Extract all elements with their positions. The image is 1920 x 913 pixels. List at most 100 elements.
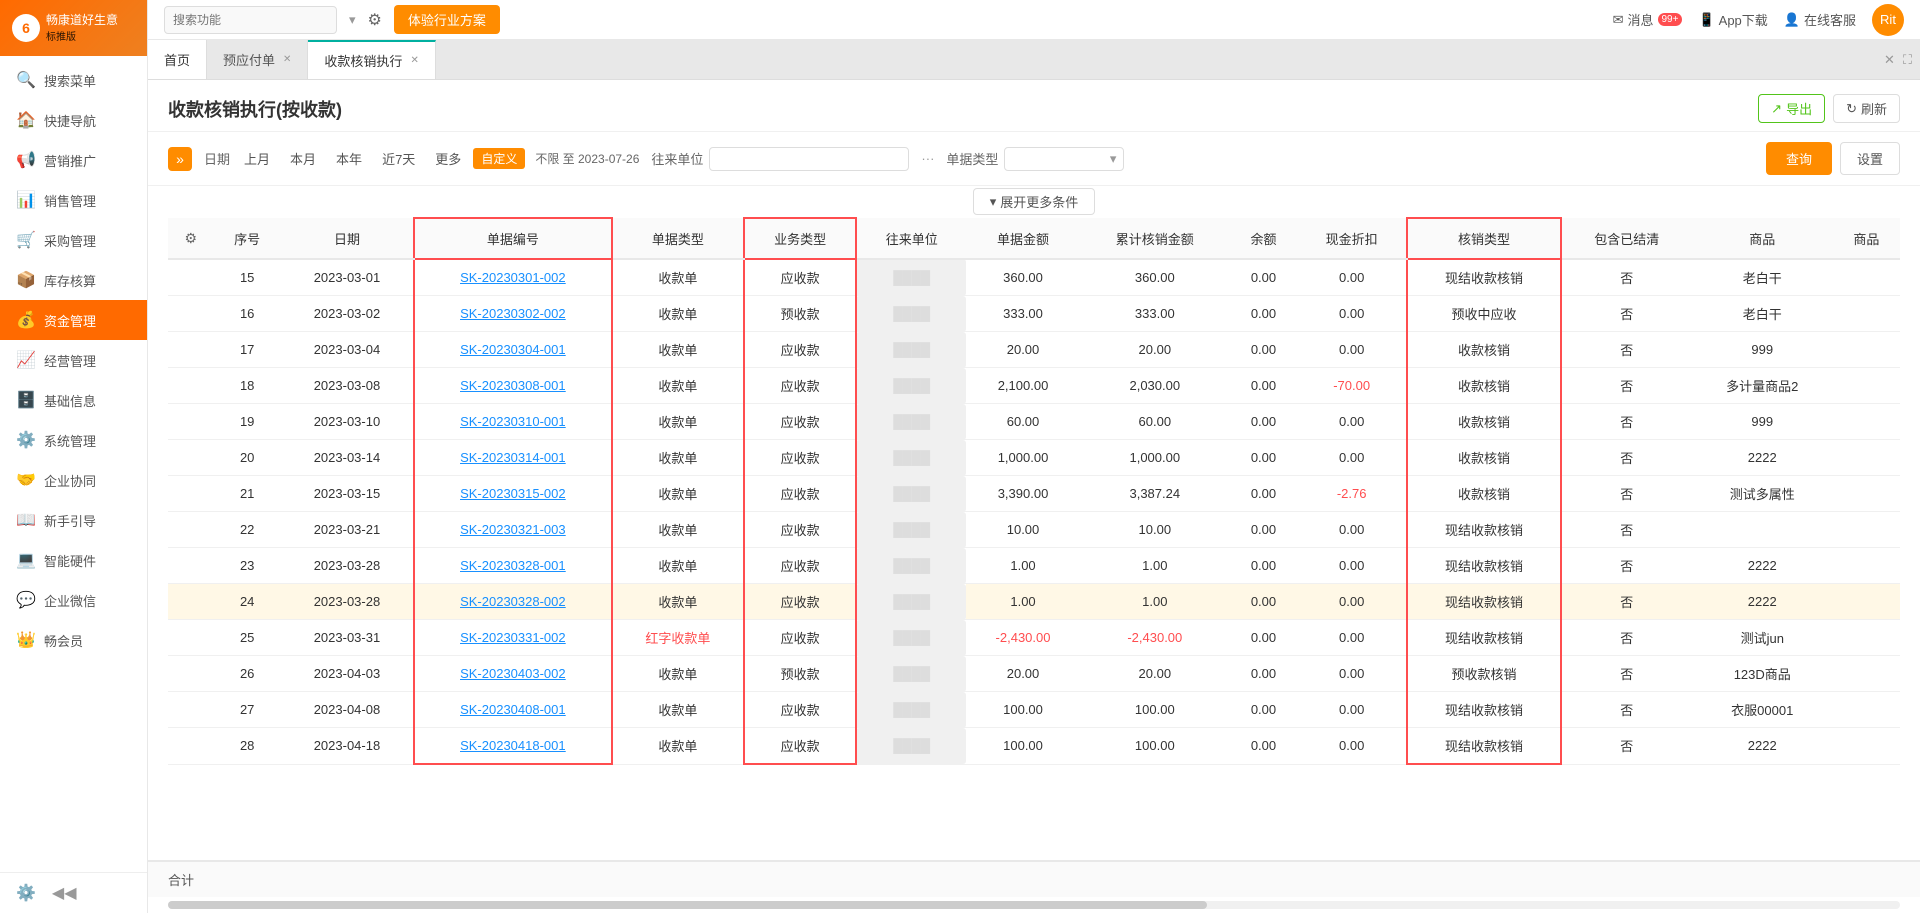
collapse-icon[interactable]: ◀◀ (52, 883, 77, 903)
filter-date-prev-month[interactable]: 上月 (236, 147, 278, 170)
filter-doctype-select[interactable] (1004, 147, 1124, 171)
sidebar-item-guide[interactable]: 📖 新手引导 (0, 500, 147, 540)
table-cell[interactable]: SK-20230408-001 (414, 692, 611, 728)
table-cell (1833, 404, 1900, 440)
refresh-button[interactable]: ↻ 刷新 (1833, 94, 1900, 123)
filter-date-this-month[interactable]: 本月 (282, 147, 324, 170)
table-cell: ████ (856, 476, 966, 512)
doc-no-link[interactable]: SK-20230304-001 (460, 342, 566, 357)
settings-button[interactable]: 设置 (1840, 142, 1900, 175)
search-input[interactable] (164, 6, 337, 34)
filter-date-this-year[interactable]: 本年 (328, 147, 370, 170)
filter-expand-button[interactable]: » (168, 147, 192, 171)
doc-no-link[interactable]: SK-20230308-001 (460, 378, 566, 393)
col-header-include-settled: 包含已结清 (1561, 218, 1692, 259)
sidebar-item-purchase[interactable]: 🛒 采购管理 (0, 220, 147, 260)
sidebar-item-search[interactable]: 🔍 搜索菜单 (0, 60, 147, 100)
table-cell[interactable]: SK-20230308-001 (414, 368, 611, 404)
doc-no-link[interactable]: SK-20230321-003 (460, 522, 566, 537)
trial-button[interactable]: 体验行业方案 (394, 5, 500, 34)
page-actions: ↗ 导出 ↻ 刷新 (1758, 94, 1900, 123)
expand-more-button[interactable]: ▾ 展开更多条件 (973, 188, 1096, 215)
table-cell[interactable]: SK-20230328-002 (414, 584, 611, 620)
message-badge: 99+ (1658, 13, 1683, 26)
sidebar-item-corp[interactable]: 🤝 企业协同 (0, 460, 147, 500)
doc-no-link[interactable]: SK-20230328-001 (460, 558, 566, 573)
sidebar-item-inventory[interactable]: 📦 库存核算 (0, 260, 147, 300)
sidebar-nav: 🔍 搜索菜单 🏠 快捷导航 📢 营销推广 📊 销售管理 🛒 采购管理 📦 库存核… (0, 56, 147, 872)
table-cell: 10.00 (966, 512, 1079, 548)
table-cell[interactable]: SK-20230304-001 (414, 332, 611, 368)
sidebar-item-hardware[interactable]: 💻 智能硬件 (0, 540, 147, 580)
sidebar-item-member[interactable]: 👑 畅会员 (0, 620, 147, 660)
dropdown-arrow-icon[interactable]: ▾ (349, 12, 356, 28)
table-cell: 21 (214, 476, 281, 512)
tab-collection-close[interactable]: ✕ (410, 55, 418, 66)
filter-partner-input[interactable] (709, 147, 909, 171)
doc-no-link[interactable]: SK-20230301-002 (460, 270, 566, 285)
table-cell: 收款单 (612, 476, 745, 512)
doc-no-link[interactable]: SK-20230314-001 (460, 450, 566, 465)
table-cell[interactable]: SK-20230314-001 (414, 440, 611, 476)
filter-doctype-select-wrap (1004, 147, 1124, 171)
table-cell: 收款核销 (1407, 368, 1560, 404)
maximize-icon[interactable]: ⛶ (1903, 52, 1912, 68)
doc-no-link[interactable]: SK-20230302-002 (460, 306, 566, 321)
table-cell[interactable]: SK-20230301-002 (414, 259, 611, 296)
table-cell[interactable]: SK-20230302-002 (414, 296, 611, 332)
sidebar-item-sales[interactable]: 📊 销售管理 (0, 180, 147, 220)
user-avatar[interactable]: Rit (1872, 4, 1904, 36)
export-button[interactable]: ↗ 导出 (1758, 94, 1825, 123)
table-cell: 2023-03-10 (281, 404, 414, 440)
filter-date-more[interactable]: 更多 (427, 147, 469, 170)
sidebar-item-basic[interactable]: 🗄️ 基础信息 (0, 380, 147, 420)
table-cell[interactable]: SK-20230328-001 (414, 548, 611, 584)
column-settings-icon[interactable]: ⚙ (185, 230, 198, 246)
table-cell: 0.00 (1230, 404, 1297, 440)
doc-no-link[interactable]: SK-20230418-001 (460, 738, 566, 753)
sidebar-item-finance[interactable]: 💰 资金管理 (0, 300, 147, 340)
sidebar-item-marketing[interactable]: 📢 营销推广 (0, 140, 147, 180)
doc-no-link[interactable]: SK-20230408-001 (460, 702, 566, 717)
sidebar-item-system[interactable]: ⚙️ 系统管理 (0, 420, 147, 460)
table-cell: 0.00 (1297, 620, 1407, 656)
query-button[interactable]: 查询 (1766, 142, 1832, 175)
table-cell: 否 (1561, 656, 1692, 692)
table-cell: 否 (1561, 404, 1692, 440)
doc-no-link[interactable]: SK-20230331-002 (460, 630, 566, 645)
table-cell[interactable]: SK-20230315-002 (414, 476, 611, 512)
message-item[interactable]: ✉ 消息 99+ (1613, 10, 1683, 29)
table-cell: 20.00 (1080, 332, 1230, 368)
horizontal-scrollbar[interactable] (168, 901, 1900, 909)
gear-settings-icon[interactable]: ⚙ (368, 10, 382, 30)
refresh-icon: ↻ (1846, 101, 1857, 117)
table-cell: 0.00 (1297, 440, 1407, 476)
tab-prepay[interactable]: 预应付单 ✕ (207, 40, 308, 79)
sidebar-item-wechat[interactable]: 💬 企业微信 (0, 580, 147, 620)
app-download-item[interactable]: 📱 App下载 (1698, 10, 1767, 29)
filter-date-custom-button[interactable]: 自定义 (473, 148, 525, 169)
doc-no-link[interactable]: SK-20230328-002 (460, 594, 566, 609)
table-cell[interactable]: SK-20230331-002 (414, 620, 611, 656)
doc-no-link[interactable]: SK-20230310-001 (460, 414, 566, 429)
tab-prepay-close[interactable]: ✕ (283, 54, 291, 65)
doc-no-link[interactable]: SK-20230403-002 (460, 666, 566, 681)
online-service-item[interactable]: 👤 在线客服 (1784, 10, 1856, 29)
table-cell[interactable]: SK-20230310-001 (414, 404, 611, 440)
table-cell: 否 (1561, 332, 1692, 368)
logo-icon: 6 (12, 14, 40, 42)
sidebar-item-operation[interactable]: 📈 经营管理 (0, 340, 147, 380)
sidebar-item-quick[interactable]: 🏠 快捷导航 (0, 100, 147, 140)
table-cell: 2023-04-18 (281, 728, 414, 765)
filter-date-7days[interactable]: 近7天 (374, 147, 423, 170)
col-header-cash-discount: 现金折扣 (1297, 218, 1407, 259)
table-cell[interactable]: SK-20230321-003 (414, 512, 611, 548)
tab-collection[interactable]: 收款核销执行 ✕ (308, 40, 435, 79)
doc-no-link[interactable]: SK-20230315-002 (460, 486, 566, 501)
table-cell[interactable]: SK-20230418-001 (414, 728, 611, 765)
settings-footer-icon[interactable]: ⚙️ (16, 883, 36, 903)
table-cell: ████ (856, 512, 966, 548)
table-cell[interactable]: SK-20230403-002 (414, 656, 611, 692)
tab-home[interactable]: 首页 (148, 40, 207, 79)
close-window-icon[interactable]: ✕ (1884, 52, 1895, 68)
